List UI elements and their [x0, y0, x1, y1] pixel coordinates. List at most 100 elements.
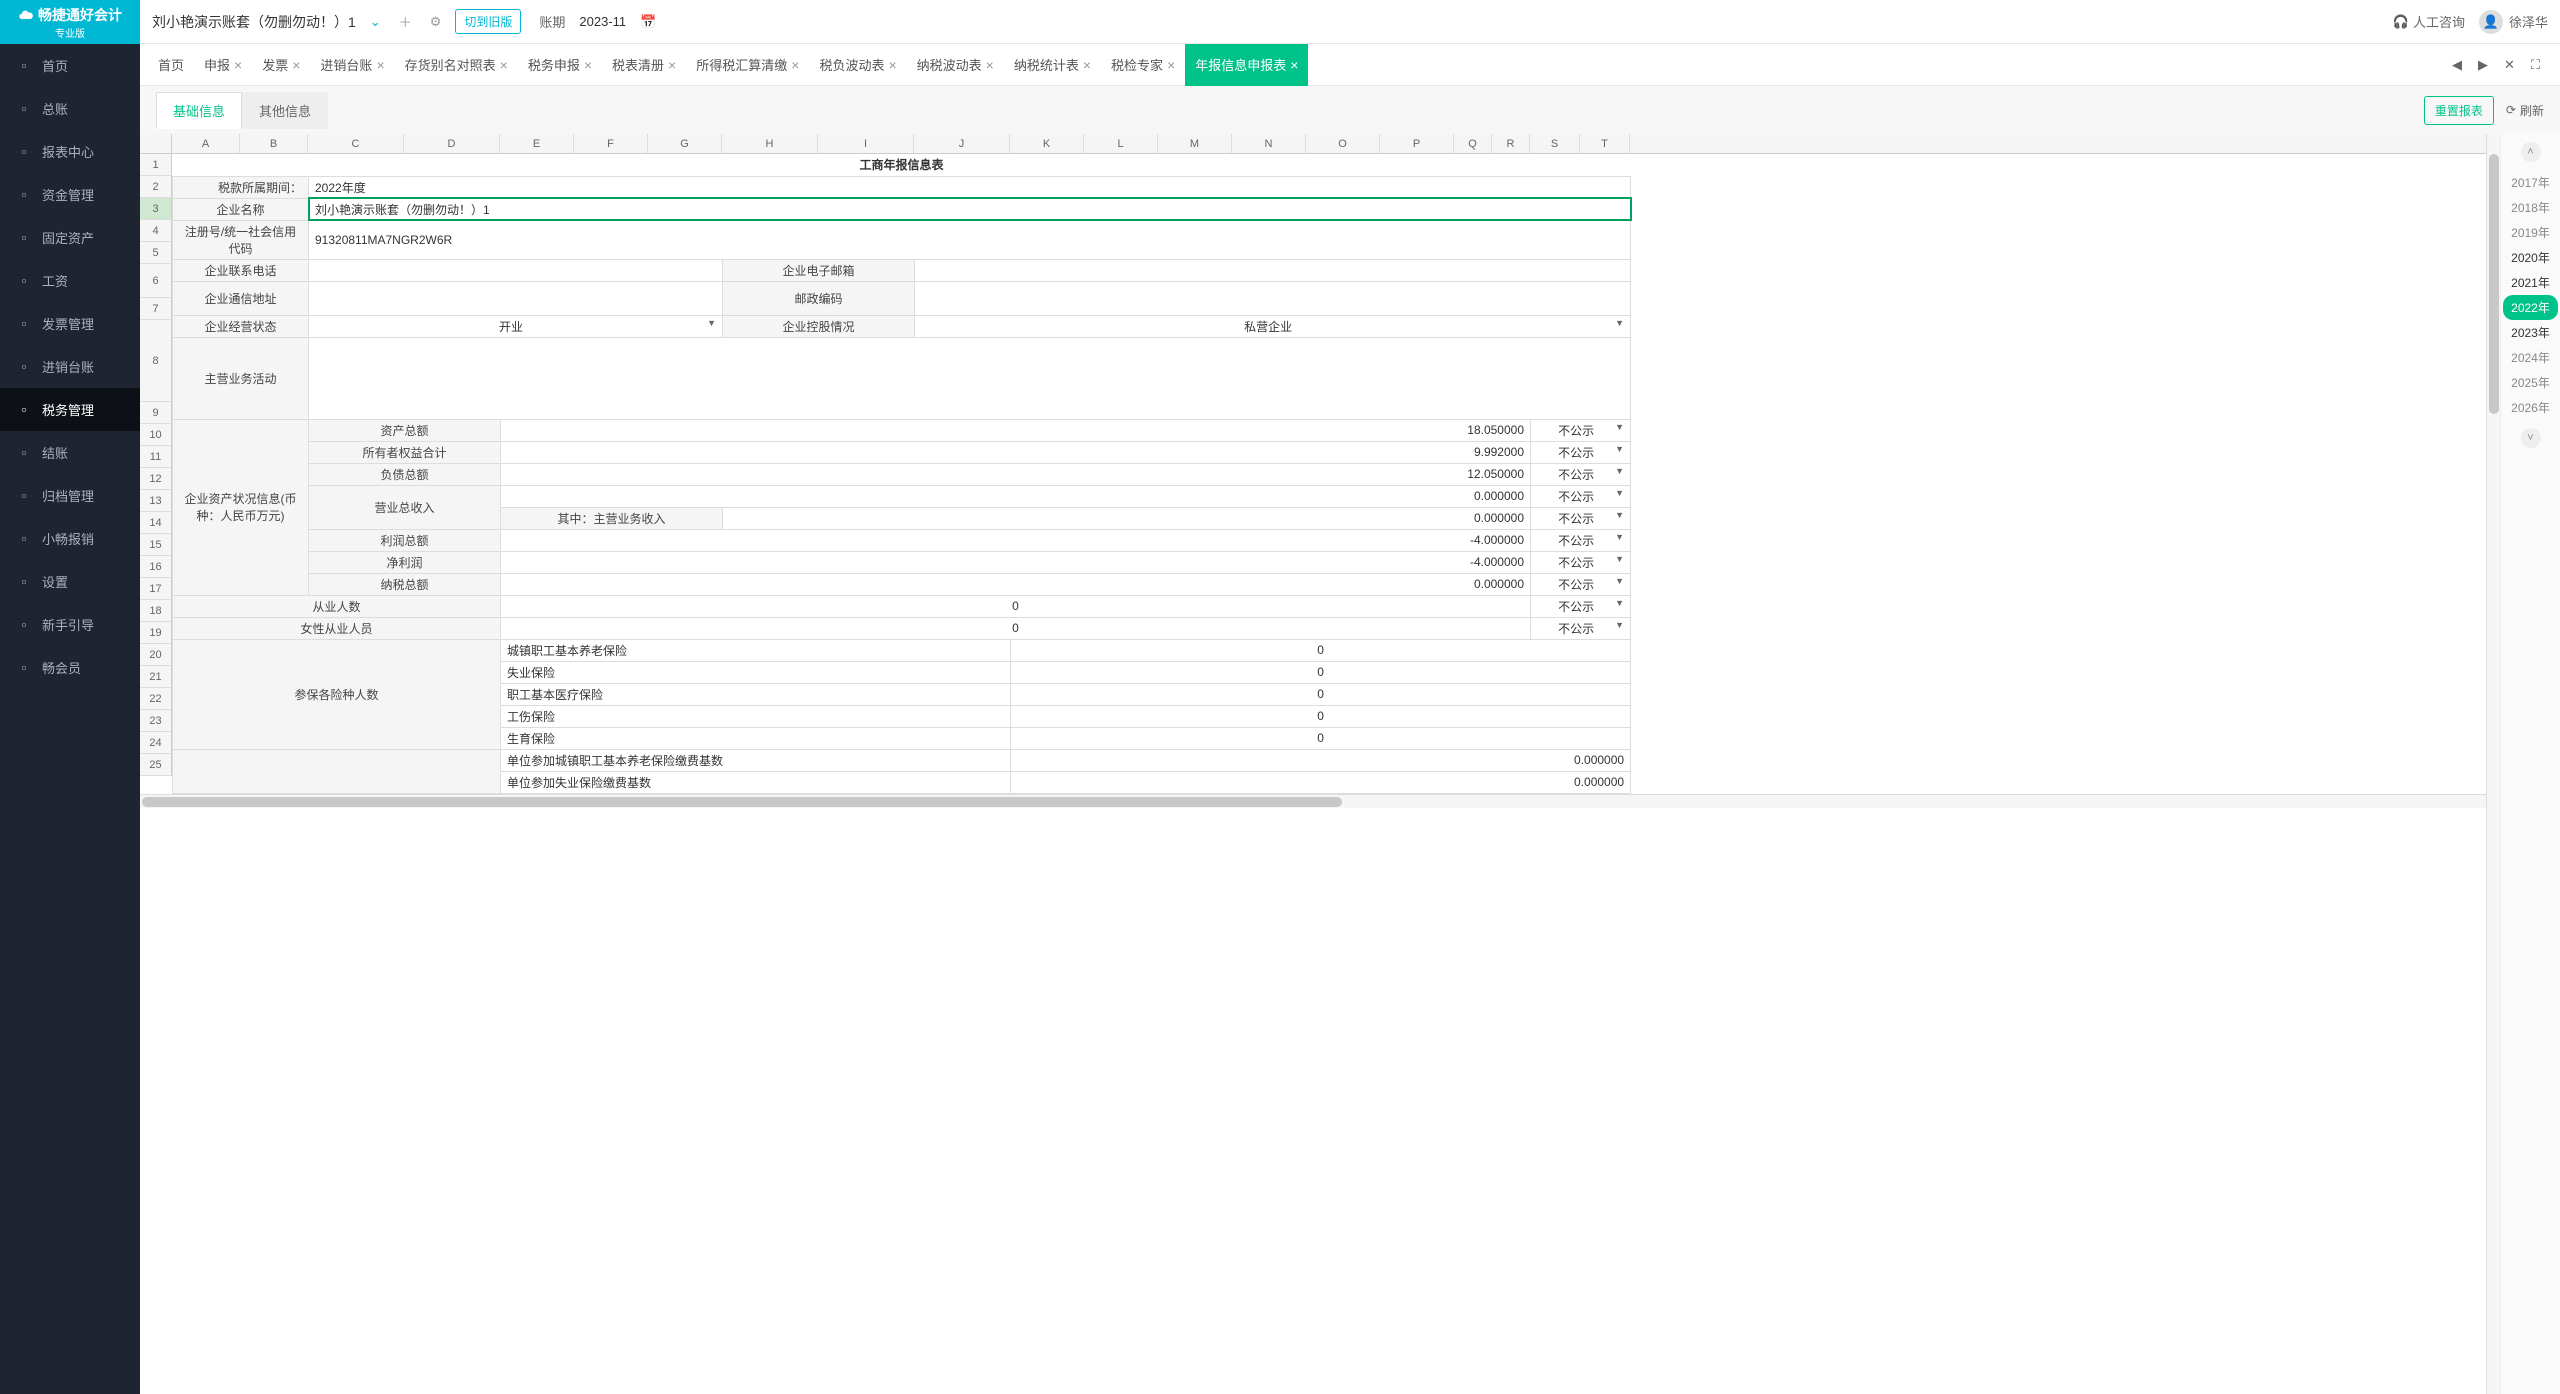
tab-4[interactable]: 存货别名对照表×: [395, 44, 518, 86]
vertical-scrollbar[interactable]: [2486, 134, 2500, 1394]
tab-8[interactable]: 税负波动表×: [809, 44, 906, 86]
sidebar-item-13[interactable]: ▫新手引导: [0, 603, 140, 646]
cell-value[interactable]: 0: [1011, 705, 1631, 727]
row-header-5[interactable]: 5: [140, 242, 172, 264]
close-icon[interactable]: ×: [1083, 57, 1091, 73]
cell-value[interactable]: [309, 281, 723, 315]
col-header-P[interactable]: P: [1380, 134, 1454, 153]
switch-old-version-button[interactable]: 切到旧版: [455, 9, 521, 34]
row-header-13[interactable]: 13: [140, 490, 172, 512]
sidebar-item-1[interactable]: ▫总账: [0, 87, 140, 130]
col-header-R[interactable]: R: [1492, 134, 1530, 153]
year-2021年[interactable]: 2021年: [2503, 270, 2558, 295]
row-header-18[interactable]: 18: [140, 600, 172, 622]
cell-value[interactable]: [915, 281, 1631, 315]
publish-dropdown[interactable]: 不公示: [1531, 595, 1631, 617]
year-up-icon[interactable]: ˄: [2521, 142, 2541, 162]
row-header-10[interactable]: 10: [140, 424, 172, 446]
publish-dropdown[interactable]: 不公示: [1531, 463, 1631, 485]
col-header-J[interactable]: J: [914, 134, 1010, 153]
tab-9[interactable]: 纳税波动表×: [907, 44, 1004, 86]
publish-dropdown[interactable]: 不公示: [1531, 617, 1631, 639]
col-header-S[interactable]: S: [1530, 134, 1580, 153]
sidebar-item-14[interactable]: ▫畅会员: [0, 646, 140, 689]
cell-value[interactable]: 12.050000: [501, 463, 1531, 485]
year-2020年[interactable]: 2020年: [2503, 245, 2558, 270]
close-icon[interactable]: ×: [1167, 57, 1175, 73]
cell-value[interactable]: [915, 259, 1631, 281]
chevron-down-icon[interactable]: ⌄: [366, 10, 385, 34]
close-icon[interactable]: ×: [791, 57, 799, 73]
row-header-8[interactable]: 8: [140, 320, 172, 402]
row-header-17[interactable]: 17: [140, 578, 172, 600]
close-icon[interactable]: ×: [888, 57, 896, 73]
cell-value[interactable]: 0.000000: [723, 507, 1531, 529]
col-header-C[interactable]: C: [308, 134, 404, 153]
col-header-F[interactable]: F: [574, 134, 648, 153]
cell-value[interactable]: 0: [1011, 639, 1631, 661]
sidebar-item-12[interactable]: ▫设置: [0, 560, 140, 603]
sub-tab-1[interactable]: 其他信息: [242, 92, 328, 129]
col-header-E[interactable]: E: [500, 134, 574, 153]
close-icon[interactable]: ×: [986, 57, 994, 73]
gear-icon[interactable]: ⚙: [426, 10, 446, 34]
col-header-N[interactable]: N: [1232, 134, 1306, 153]
row-header-6[interactable]: 6: [140, 264, 172, 298]
close-icon[interactable]: ×: [376, 57, 384, 73]
row-header-22[interactable]: 22: [140, 688, 172, 710]
row-header-12[interactable]: 12: [140, 468, 172, 490]
sidebar-item-8[interactable]: ▫税务管理: [0, 388, 140, 431]
cell-value[interactable]: 91320811MA7NGR2W6R: [309, 220, 1631, 259]
row-header-25[interactable]: 25: [140, 754, 172, 776]
cell-value[interactable]: 0.000000: [1011, 771, 1631, 793]
col-header-I[interactable]: I: [818, 134, 914, 153]
tab-12[interactable]: 年报信息申报表×: [1185, 44, 1308, 86]
year-2022年[interactable]: 2022年: [2503, 295, 2558, 320]
col-header-O[interactable]: O: [1306, 134, 1380, 153]
cell-value[interactable]: 0.000000: [501, 485, 1531, 507]
cell-company-name[interactable]: 刘小艳演示账套（勿删勿动！）1: [309, 198, 1631, 220]
sidebar-item-11[interactable]: ▫小畅报销: [0, 517, 140, 560]
cell-value[interactable]: 0: [1011, 683, 1631, 705]
tab-6[interactable]: 税表清册×: [602, 44, 686, 86]
col-header-L[interactable]: L: [1084, 134, 1158, 153]
row-header-11[interactable]: 11: [140, 446, 172, 468]
row-header-19[interactable]: 19: [140, 622, 172, 644]
cell-value[interactable]: 18.050000: [501, 419, 1531, 441]
row-header-1[interactable]: 1: [140, 154, 172, 176]
cell-value[interactable]: 9.992000: [501, 441, 1531, 463]
spreadsheet[interactable]: ABCDEFGHIJKLMNOPQRST 1234567891011121314…: [140, 134, 2486, 1394]
row-header-9[interactable]: 9: [140, 402, 172, 424]
cell-value[interactable]: 0: [1011, 661, 1631, 683]
cell-value[interactable]: 0: [501, 617, 1531, 639]
sidebar-item-2[interactable]: ▫报表中心: [0, 130, 140, 173]
sidebar-item-3[interactable]: ▫资金管理: [0, 173, 140, 216]
tab-7[interactable]: 所得税汇算清缴×: [686, 44, 809, 86]
row-header-2[interactable]: 2: [140, 176, 172, 198]
tab-2[interactable]: 发票×: [252, 44, 310, 86]
row-header-14[interactable]: 14: [140, 512, 172, 534]
horizontal-scrollbar[interactable]: [140, 794, 2486, 808]
tab-1[interactable]: 申报×: [194, 44, 252, 86]
row-header-24[interactable]: 24: [140, 732, 172, 754]
sidebar-item-9[interactable]: ▫结账: [0, 431, 140, 474]
cell-value[interactable]: 0.000000: [1011, 749, 1631, 771]
col-header-G[interactable]: G: [648, 134, 722, 153]
col-header-T[interactable]: T: [1580, 134, 1630, 153]
sub-tab-0[interactable]: 基础信息: [156, 92, 242, 129]
close-icon[interactable]: ×: [234, 57, 242, 73]
sidebar-item-7[interactable]: ▫进销台账: [0, 345, 140, 388]
row-header-7[interactable]: 7: [140, 298, 172, 320]
select-all-corner[interactable]: [140, 134, 172, 153]
publish-dropdown[interactable]: 不公示: [1531, 419, 1631, 441]
cell-value[interactable]: 2022年度: [309, 176, 1631, 198]
tab-0[interactable]: 首页: [148, 44, 194, 86]
sidebar-item-6[interactable]: ▫发票管理: [0, 302, 140, 345]
add-icon[interactable]: ＋: [395, 8, 416, 35]
publish-dropdown[interactable]: 不公示: [1531, 485, 1631, 507]
publish-dropdown[interactable]: 不公示: [1531, 573, 1631, 595]
row-header-3[interactable]: 3: [140, 198, 172, 220]
cell-value[interactable]: -4.000000: [501, 529, 1531, 551]
close-icon[interactable]: ×: [500, 57, 508, 73]
cell-value[interactable]: [309, 259, 723, 281]
